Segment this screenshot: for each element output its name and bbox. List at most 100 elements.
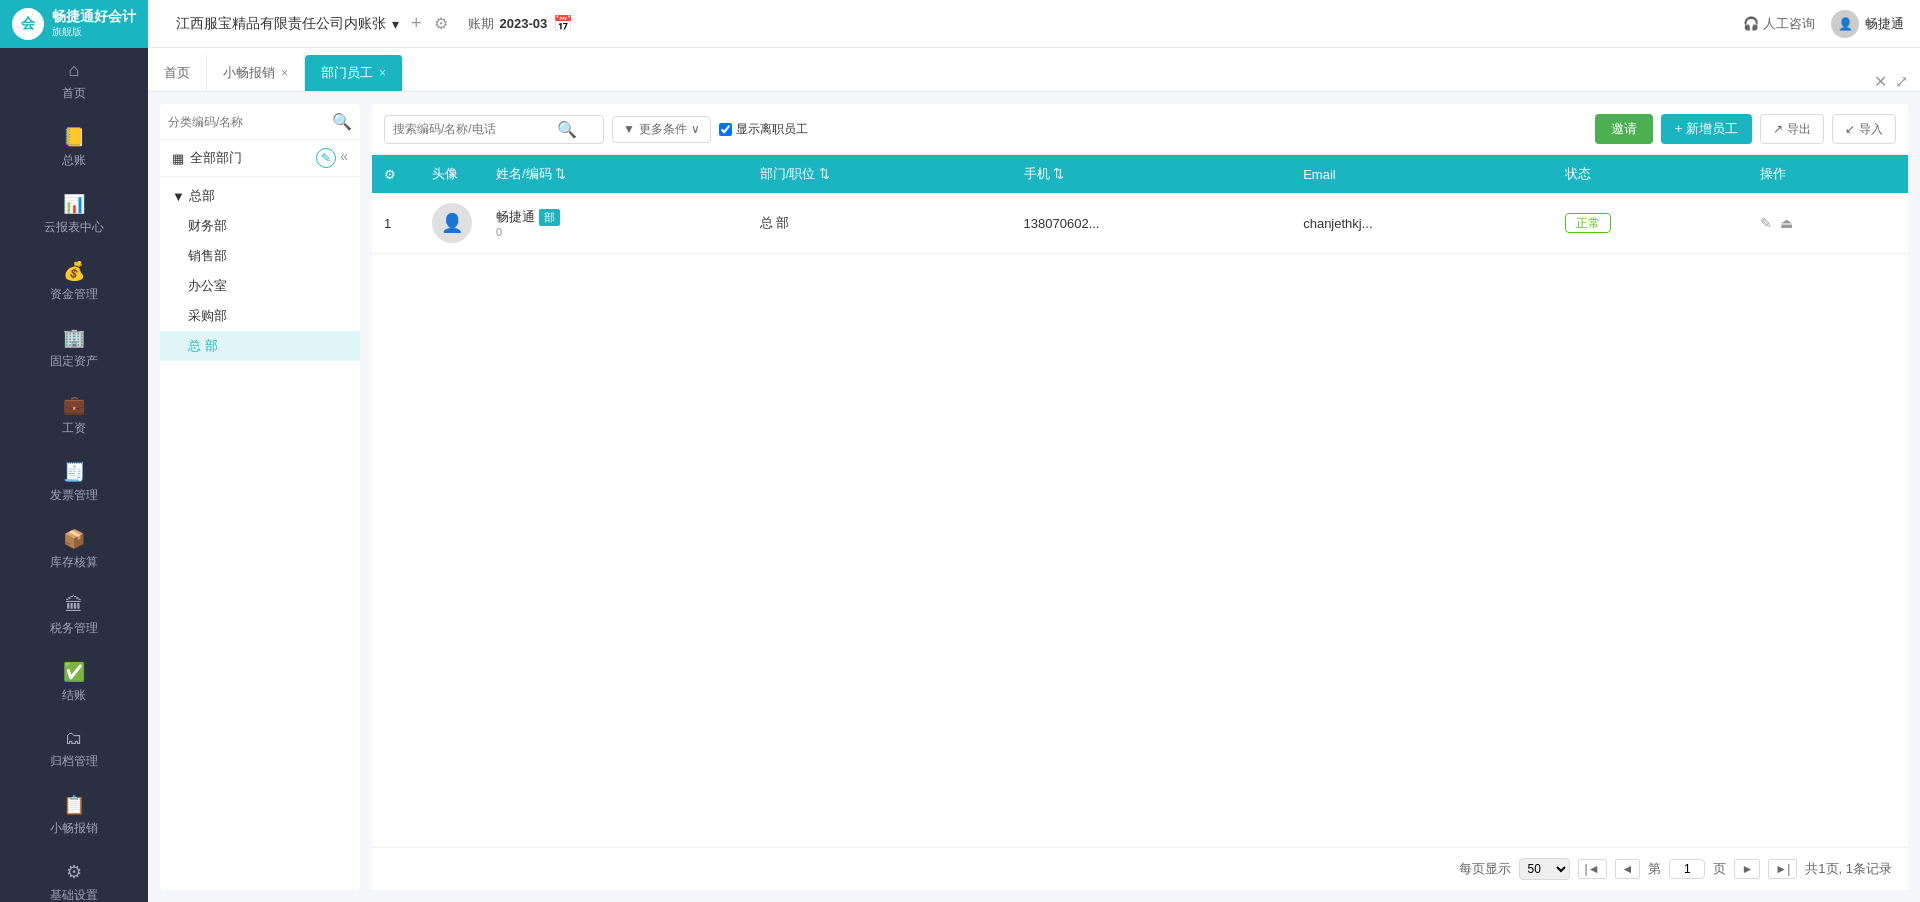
status-badge: 正常 — [1565, 213, 1611, 233]
settings-icon[interactable]: ⚙ — [434, 14, 448, 33]
first-page-btn[interactable]: |◄ — [1578, 859, 1607, 879]
import-btn[interactable]: ↙ 导入 — [1832, 114, 1896, 144]
sidebar-item-tax[interactable]: 🏛 税务管理 — [0, 583, 148, 649]
tree-search-input[interactable] — [168, 115, 328, 129]
export-icon: ↗ — [1773, 122, 1783, 136]
page-size-label: 每页显示 — [1459, 860, 1511, 878]
tree-body: ▼ 总部 财务部 销售部 办公室 采购部 — [160, 177, 360, 890]
tree-node-office[interactable]: 办公室 — [160, 271, 360, 301]
prev-page-btn[interactable]: ◄ — [1615, 859, 1641, 879]
col-avatar: 头像 — [420, 155, 484, 193]
tab-expense[interactable]: 小畅报销 × — [207, 55, 305, 91]
sidebar-label-assets: 固定资产 — [50, 353, 98, 370]
calendar-icon[interactable]: 📅 — [553, 14, 573, 33]
sidebar-item-funds[interactable]: 💰 资金管理 — [0, 248, 148, 315]
employee-search-input[interactable] — [393, 122, 553, 136]
tab-bar: 首页 小畅报销 × 部门员工 × ✕ ⤢ — [148, 48, 1920, 92]
edit-dept-icon[interactable]: ✎ — [316, 148, 336, 168]
col-status: 状态 — [1553, 155, 1749, 193]
page-size-select[interactable]: 10 20 50 100 — [1519, 858, 1570, 880]
user-info[interactable]: 👤 畅捷通 — [1831, 10, 1904, 38]
tab-expand-icon[interactable]: ⤢ — [1895, 72, 1908, 91]
col-dept[interactable]: 部门/职位 ⇅ — [748, 155, 1012, 193]
tree-node-sales[interactable]: 销售部 — [160, 241, 360, 271]
sidebar-item-expense[interactable]: 📋 小畅报销 — [0, 782, 148, 849]
app-version: 旗舰版 — [52, 25, 136, 39]
employee-search-icon[interactable]: 🔍 — [557, 120, 577, 139]
show-resigned-checkbox[interactable]: 显示离职员工 — [719, 121, 808, 138]
logout-employee-icon[interactable]: ⏏ — [1780, 215, 1793, 231]
period-label: 账期 — [468, 15, 494, 33]
archive-icon: 🗂 — [65, 728, 83, 749]
filter-label: 更多条件 — [639, 121, 687, 138]
sidebar-label-ledger: 总账 — [62, 152, 86, 169]
tree-node-purchase[interactable]: 采购部 — [160, 301, 360, 331]
sidebar-item-reports[interactable]: 📊 云报表中心 — [0, 181, 148, 248]
sidebar-item-invoice[interactable]: 🧾 发票管理 — [0, 449, 148, 516]
sidebar-item-settings[interactable]: ⚙ 基础设置 — [0, 849, 148, 902]
col-settings[interactable]: ⚙ — [372, 155, 420, 193]
last-page-btn[interactable]: ►| — [1768, 859, 1797, 879]
tab-department[interactable]: 部门员工 × — [305, 55, 403, 91]
sidebar-item-home[interactable]: ⌂ 首页 — [0, 48, 148, 114]
headset-icon: 🎧 — [1743, 16, 1759, 31]
employee-avatar: 👤 — [432, 203, 472, 243]
add-employee-btn[interactable]: + 新增员工 — [1661, 114, 1752, 144]
main-layout: ⌂ 首页 📒 总账 📊 云报表中心 💰 资金管理 🏢 固定资产 💼 工资 🧾 发… — [0, 48, 1920, 902]
consultant-label: 人工咨询 — [1763, 15, 1815, 33]
tab-close-all-icon[interactable]: ✕ — [1874, 72, 1887, 91]
expense-icon: 📋 — [63, 794, 85, 816]
funds-icon: 💰 — [63, 260, 85, 282]
logo-texts: 畅捷通好会计 旗舰版 — [52, 8, 136, 39]
sidebar-item-inventory[interactable]: 📦 库存核算 — [0, 516, 148, 583]
tree-node-general[interactable]: ▼ 总部 — [160, 181, 360, 211]
sidebar-label-invoice: 发票管理 — [50, 487, 98, 504]
employee-name: 畅捷通 部 — [496, 208, 736, 226]
col-phone[interactable]: 手机 ⇅ — [1012, 155, 1292, 193]
toolbar-right: 邀请 + 新增员工 ↗ 导出 ↙ 导入 — [1595, 114, 1896, 144]
tree-node-finance[interactable]: 财务部 — [160, 211, 360, 241]
col-name[interactable]: 姓名/编码 ⇅ — [484, 155, 748, 193]
tab-expense-close[interactable]: × — [281, 66, 288, 80]
sidebar-item-ledger[interactable]: 📒 总账 — [0, 114, 148, 181]
tree-node-headquarters[interactable]: 总 部 — [160, 331, 360, 361]
sidebar-label-inventory: 库存核算 — [50, 554, 98, 571]
export-btn[interactable]: ↗ 导出 — [1760, 114, 1824, 144]
edit-employee-icon[interactable]: ✎ — [1760, 215, 1772, 231]
tab-home[interactable]: 首页 — [148, 55, 207, 91]
sidebar-label-funds: 资金管理 — [50, 286, 98, 303]
next-page-btn[interactable]: ► — [1734, 859, 1760, 879]
col-email: Email — [1291, 155, 1552, 193]
company-selector[interactable]: 江西服宝精品有限责任公司内账张 ▾ — [176, 15, 399, 33]
close-period-icon: ✅ — [63, 661, 85, 683]
add-company-icon[interactable]: + — [411, 13, 422, 34]
collapse-icon[interactable]: « — [340, 148, 348, 168]
table-row: 1 👤 畅捷通 部 — [372, 193, 1908, 254]
tree-search: 🔍 — [160, 104, 360, 140]
page-number-input[interactable] — [1669, 859, 1705, 879]
sidebar-item-archive[interactable]: 🗂 归档管理 — [0, 716, 148, 782]
sidebar-item-assets[interactable]: 🏢 固定资产 — [0, 315, 148, 382]
name-sort-icon: ⇅ — [555, 166, 566, 181]
node-label-office: 办公室 — [188, 277, 227, 295]
tab-department-close[interactable]: × — [379, 66, 386, 80]
sidebar-item-payroll[interactable]: 💼 工资 — [0, 382, 148, 449]
filter-btn[interactable]: ▼ 更多条件 ∨ — [612, 116, 711, 143]
logo-icon: 会 — [12, 8, 44, 40]
resigned-checkbox-input[interactable] — [719, 123, 732, 136]
table-panel: 🔍 ▼ 更多条件 ∨ 显示离职员工 邀请 — [372, 104, 1908, 890]
tree-search-icon[interactable]: 🔍 — [332, 112, 352, 131]
company-dropdown-icon: ▾ — [392, 16, 399, 32]
sidebar-label-home: 首页 — [62, 85, 86, 102]
tab-home-label: 首页 — [164, 64, 190, 82]
logo-area: 会 畅捷通好会计 旗舰版 — [0, 0, 148, 48]
ledger-icon: 📒 — [63, 126, 85, 148]
row-status-cell: 正常 — [1553, 193, 1749, 254]
page-label: 页 — [1713, 860, 1726, 878]
page-di-label: 第 — [1648, 860, 1661, 878]
sidebar-item-close[interactable]: ✅ 结账 — [0, 649, 148, 716]
row-action-cell: ✎ ⏏ — [1748, 193, 1908, 254]
node-label-purchase: 采购部 — [188, 307, 227, 325]
consultant-btn[interactable]: 🎧 人工咨询 — [1743, 15, 1815, 33]
invite-btn[interactable]: 邀请 — [1595, 114, 1653, 144]
